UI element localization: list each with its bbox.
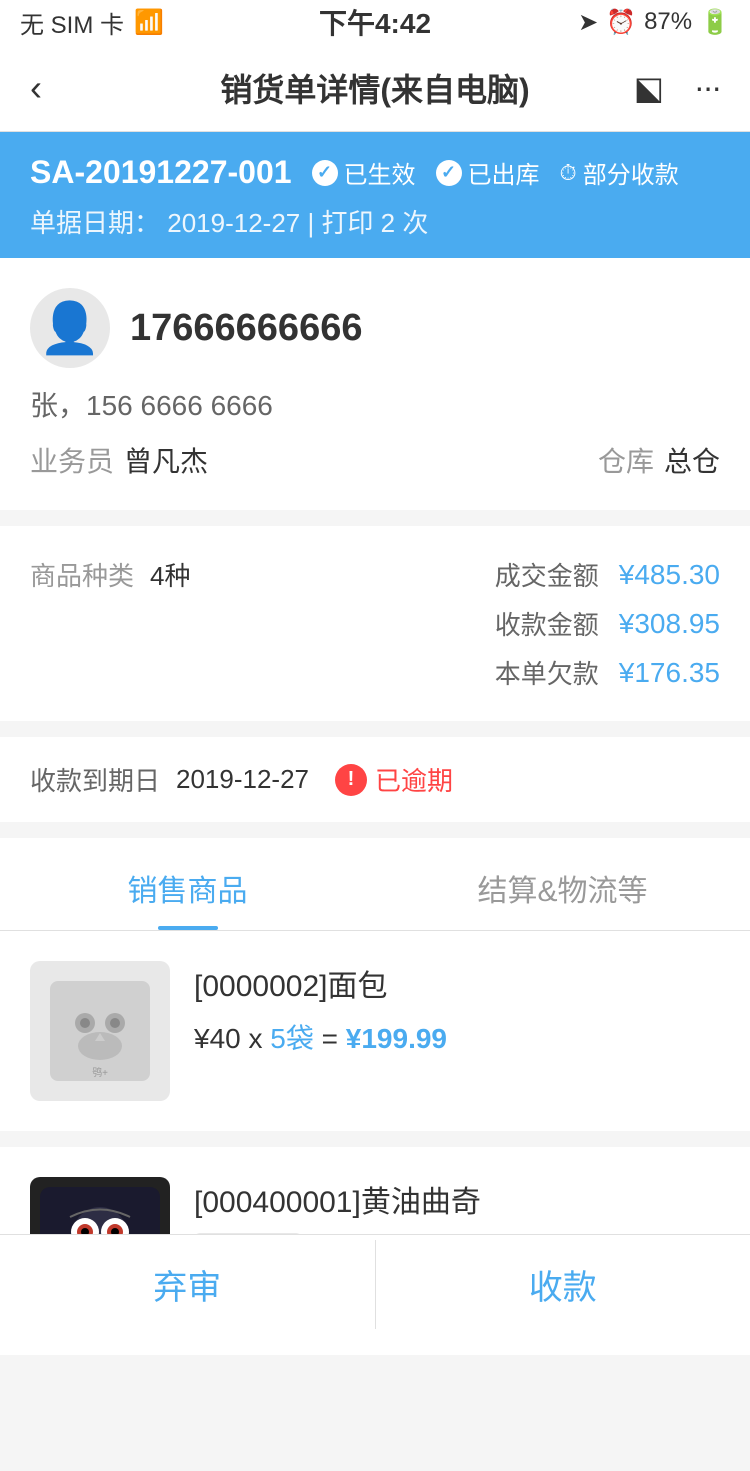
badge-partial: ⏱ 部分收款 <box>560 155 679 190</box>
back-button[interactable]: ‹ <box>30 57 52 119</box>
due-section: 收款到期日 2019-12-27 ! 已逾期 <box>0 737 750 822</box>
stats-right: 成交金额 ¥485.30 收款金额 ¥308.95 本单欠款 ¥176.35 <box>495 556 720 691</box>
stats-section: 商品种类 4种 成交金额 ¥485.30 收款金额 ¥308.95 本单欠款 ¥… <box>0 526 750 721</box>
date-label: 单据日期： <box>30 208 160 238</box>
stats-left: 商品种类 4种 <box>30 556 190 593</box>
deal-amount-label: 成交金额 <box>495 556 599 593</box>
debt-row: 本单欠款 ¥176.35 <box>495 654 720 691</box>
badge-partial-text: 部分收款 <box>583 155 679 190</box>
price-base-1: ¥40 x <box>194 1023 270 1054</box>
type-value: 4种 <box>150 556 190 593</box>
customer-info-row: 业务员 曾凡杰 仓库 总仓 <box>30 440 720 480</box>
badge-active: ✓ 已生效 <box>312 155 416 190</box>
avatar: 👤 <box>30 288 110 368</box>
collected-value: ¥308.95 <box>619 608 720 640</box>
product-item: 鸮+ [0000002]面包 ¥40 x 5袋 = ¥199.99 <box>0 931 750 1131</box>
alarm-icon: ⏰ <box>606 8 636 37</box>
warehouse-label: 仓库 <box>598 440 654 480</box>
status-time: 下午4:42 <box>319 2 431 42</box>
deal-amount-value: ¥485.30 <box>619 559 720 591</box>
customer-section: 👤 17666666666 张，156 6666 6666 业务员 曾凡杰 仓库… <box>0 258 750 510</box>
overdue-icon: ! <box>335 764 367 796</box>
battery-text: 87% <box>644 8 692 36</box>
carrier-text: 无 SIM 卡 <box>20 5 124 40</box>
product-image-1: 鸮+ <box>30 961 170 1101</box>
price-eq-1: = <box>314 1023 346 1054</box>
nav-actions: ⬕ ··· <box>634 69 720 107</box>
wifi-icon: 📶 <box>134 8 164 37</box>
clock-icon: ⏱ <box>560 160 577 186</box>
customer-id: 17666666666 <box>130 307 362 350</box>
svg-text:鸮+: 鸮+ <box>92 1066 108 1079</box>
check-icon-active: ✓ <box>312 160 338 186</box>
order-date-row: 单据日期： 2019-12-27 | 打印 2 次 <box>30 203 720 240</box>
collect-button[interactable]: 收款 <box>376 1240 750 1329</box>
status-left: 无 SIM 卡 📶 <box>20 5 164 40</box>
check-icon-shipped: ✓ <box>436 160 462 186</box>
due-date: 2019-12-27 <box>176 764 309 795</box>
customer-sub-name: 张，156 6666 6666 <box>30 384 720 424</box>
print-info: | 打印 2 次 <box>307 208 428 238</box>
due-label: 收款到期日 <box>30 761 160 798</box>
product-qty-1: 5袋 <box>270 1023 314 1054</box>
salesman-label: 业务员 <box>30 440 114 480</box>
product-price-1: ¥40 x 5袋 = ¥199.99 <box>194 1017 720 1057</box>
product-placeholder-icon: 鸮+ <box>50 981 150 1081</box>
location-icon: ➤ <box>578 8 598 37</box>
tabs-section: 销售商品 结算&物流等 <box>0 838 750 931</box>
battery-icon: 🔋 <box>700 8 730 37</box>
reject-button[interactable]: 弃审 <box>0 1240 376 1329</box>
order-id-row: SA-20191227-001 ✓ 已生效 ✓ 已出库 ⏱ 部分收款 <box>30 154 720 191</box>
debt-label: 本单欠款 <box>495 654 599 691</box>
product-total-1: ¥199.99 <box>346 1023 447 1054</box>
more-button[interactable]: ··· <box>694 69 720 106</box>
tab-settlement[interactable]: 结算&物流等 <box>375 838 750 930</box>
product-name-1: [0000002]面包 <box>194 961 720 1005</box>
share-button[interactable]: ⬕ <box>634 69 664 107</box>
debt-value: ¥176.35 <box>619 657 720 689</box>
customer-row: 👤 17666666666 <box>30 288 720 368</box>
status-right: ➤ ⏰ 87% 🔋 <box>578 8 730 37</box>
order-header: SA-20191227-001 ✓ 已生效 ✓ 已出库 ⏱ 部分收款 单据日期：… <box>0 132 750 258</box>
overdue-badge: ! 已逾期 <box>335 761 453 798</box>
overdue-text: 已逾期 <box>375 761 453 798</box>
page-title: 销货单详情(来自电脑) <box>220 65 529 111</box>
bottom-bar: 弃审 收款 <box>0 1234 750 1334</box>
badge-active-text: 已生效 <box>344 155 416 190</box>
product-name-2: [000400001]黄油曲奇 <box>194 1177 720 1221</box>
badge-shipped: ✓ 已出库 <box>436 155 540 190</box>
tab-sales-products[interactable]: 销售商品 <box>0 838 375 930</box>
badge-shipped-text: 已出库 <box>468 155 540 190</box>
salesman-value: 曾凡杰 <box>124 440 208 480</box>
collected-label: 收款金额 <box>495 605 599 642</box>
order-date: 2019-12-27 <box>167 208 300 238</box>
collected-row: 收款金额 ¥308.95 <box>495 605 720 642</box>
user-icon: 👤 <box>39 299 101 358</box>
order-id: SA-20191227-001 <box>30 154 292 191</box>
stats-row: 商品种类 4种 成交金额 ¥485.30 收款金额 ¥308.95 本单欠款 ¥… <box>30 556 720 691</box>
product-info-1: [0000002]面包 ¥40 x 5袋 = ¥199.99 <box>194 961 720 1057</box>
nav-bar: ‹ 销货单详情(来自电脑) ⬕ ··· <box>0 44 750 132</box>
warehouse-value: 总仓 <box>664 440 720 480</box>
deal-amount-row: 成交金额 ¥485.30 <box>495 556 720 593</box>
status-bar: 无 SIM 卡 📶 下午4:42 ➤ ⏰ 87% 🔋 <box>0 0 750 44</box>
type-label: 商品种类 <box>30 556 134 593</box>
